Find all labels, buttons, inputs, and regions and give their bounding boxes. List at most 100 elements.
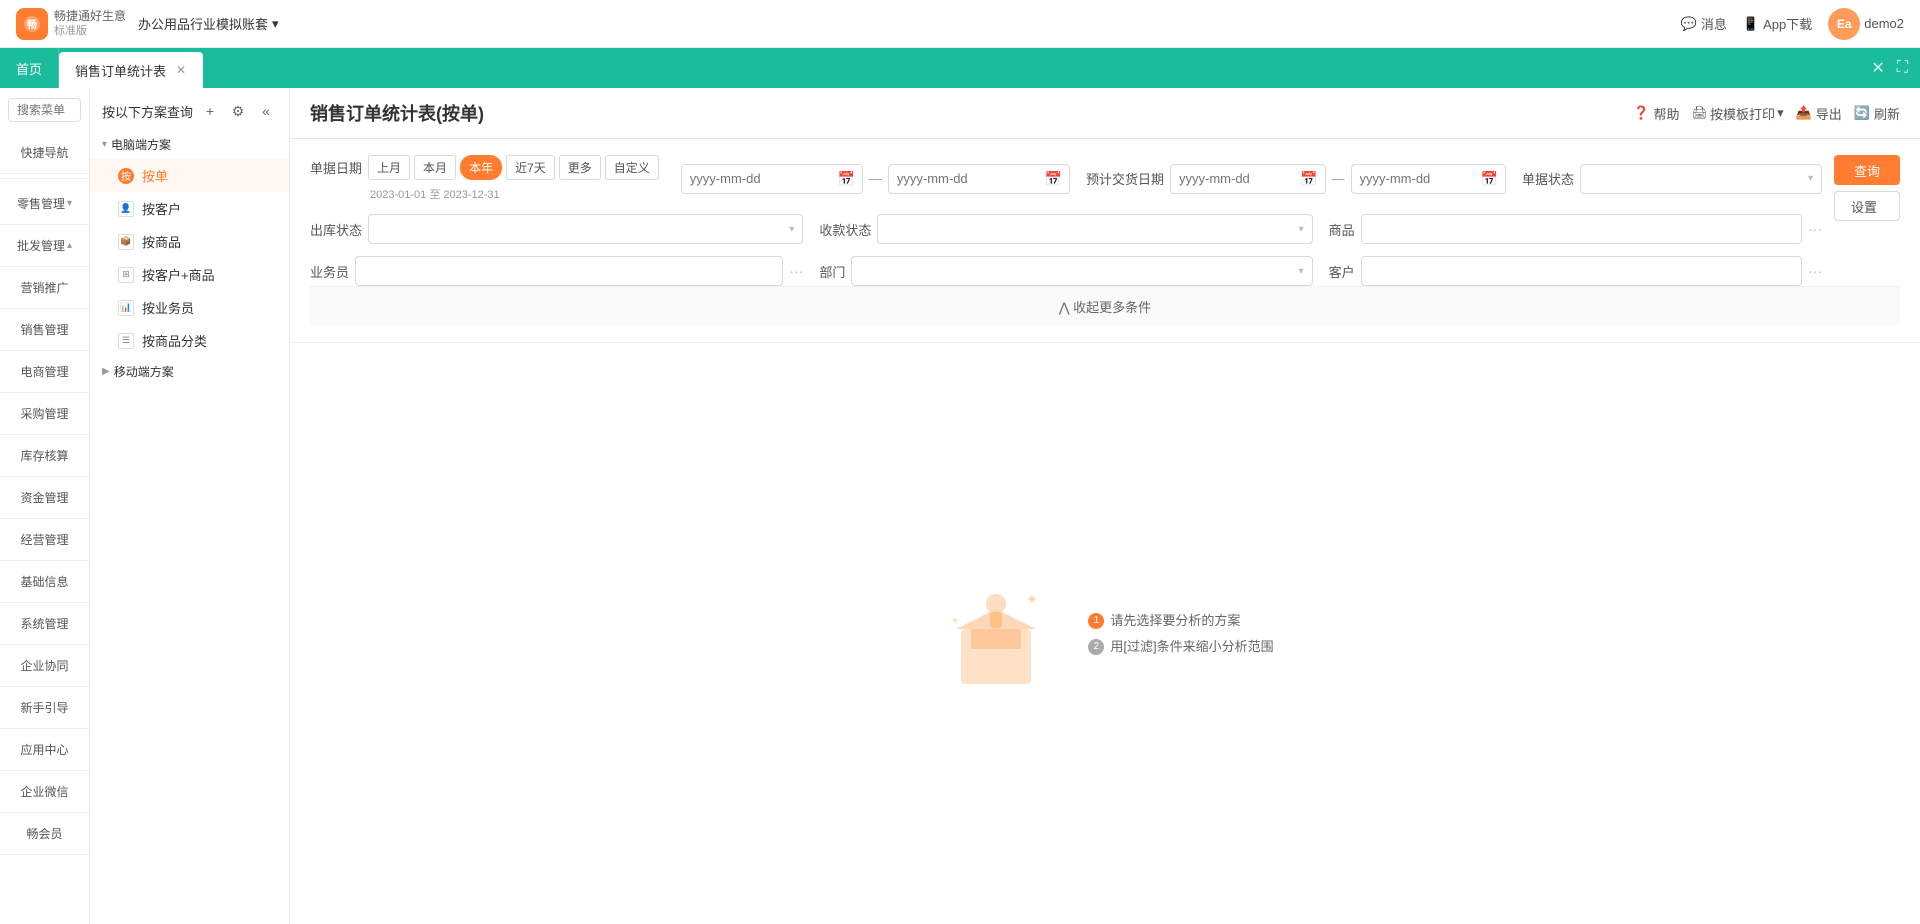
window-maximize-icon[interactable]: ⛶ (1897, 59, 1908, 77)
search-input[interactable] (8, 98, 81, 122)
date-end-field: 📅 (888, 164, 1070, 194)
sidebar-item-retail[interactable]: 零售管理 ▾ (0, 183, 89, 225)
sidebar-item-purchase[interactable]: 采购管理 (0, 393, 89, 435)
filter-customer-field: 客户 ··· (1329, 256, 1822, 286)
date-range-display: 2023-01-01 至 2023-12-31 (370, 186, 500, 202)
scheme-group-pc-title[interactable]: ▾ 电脑端方案 (90, 130, 289, 159)
calendar-expected-start-icon[interactable]: 📅 (1300, 170, 1317, 187)
help-button[interactable]: ❓ 帮助 (1633, 104, 1679, 123)
svg-text:✦: ✦ (951, 616, 959, 627)
salesperson-more-icon[interactable]: ··· (789, 263, 803, 279)
scheme-group-mobile-title[interactable]: ▶ 移动端方案 (90, 357, 289, 386)
sidebar-item-quick-nav[interactable]: 快捷导航 (0, 132, 89, 174)
filter-row-1: 单据日期 上月 本月 本年 近7天 更多 自定义 (310, 155, 1822, 202)
sidebar-item-appcenter[interactable]: 应用中心 (0, 729, 89, 771)
message-button[interactable]: 💬 消息 (1681, 14, 1727, 33)
export-button[interactable]: 📤 导出 (1796, 104, 1842, 123)
scheme-item-by-customer-product[interactable]: ⊞ 按客户+商品 (90, 258, 289, 291)
sidebar-item-sales[interactable]: 销售管理 (0, 309, 89, 351)
scheme-item-by-salesperson[interactable]: 📊 按业务员 (90, 291, 289, 324)
user-avatar: Ea (1828, 8, 1860, 40)
scheme-item-by-category[interactable]: ☰ 按商品分类 (90, 324, 289, 357)
filter-status-field: 单据状态 ▾ (1522, 164, 1822, 194)
date-quick-buttons: 上月 本月 本年 近7天 更多 自定义 (368, 155, 659, 180)
settings-button[interactable]: 设置 (1834, 191, 1900, 221)
calendar-start-icon[interactable]: 📅 (837, 170, 854, 187)
app-download-button[interactable]: 📱 App下载 (1743, 14, 1812, 33)
company-selector[interactable]: 办公用品行业模拟账套 ▾ (138, 14, 279, 33)
customer-input[interactable] (1361, 256, 1802, 286)
goods-more-icon[interactable]: ··· (1808, 221, 1822, 237)
sidebar-item-corpwechat[interactable]: 企业微信 (0, 771, 89, 813)
date-start-input[interactable] (681, 164, 863, 194)
sidebar-item-enterprise[interactable]: 企业协同 (0, 645, 89, 687)
page-title: 销售订单统计表(按单) (310, 100, 484, 126)
sidebar-search (0, 88, 89, 132)
sidebar-item-inventory[interactable]: 库存核算 (0, 435, 89, 477)
customer-more-icon[interactable]: ··· (1808, 263, 1822, 279)
tab-close-icon[interactable]: ✕ (176, 63, 186, 77)
empty-illustration: ✦ ✦ (936, 574, 1056, 694)
collapse-bar[interactable]: ⋀ 收起更多条件 (310, 286, 1900, 326)
top-bar-right: 💬 消息 📱 App下载 Ea demo2 (1681, 8, 1904, 40)
refresh-button[interactable]: 🔄 刷新 (1854, 104, 1900, 123)
filter-main-row: 单据日期 上月 本月 本年 近7天 更多 自定义 (310, 155, 1900, 286)
payment-select[interactable]: ▾ (877, 214, 1312, 244)
panel-collapse-button[interactable]: « (255, 100, 277, 122)
tab-home[interactable]: 首页 (0, 48, 59, 88)
date-btn-thisyear[interactable]: 本年 (460, 155, 502, 180)
tab-sales-order-stat[interactable]: 销售订单统计表 ✕ (59, 52, 203, 88)
date-btn-lastmonth[interactable]: 上月 (368, 155, 410, 180)
date-end-input[interactable] (888, 164, 1070, 194)
calendar-end-icon[interactable]: 📅 (1045, 170, 1062, 187)
salesperson-input[interactable] (355, 256, 783, 286)
sidebar-item-operations[interactable]: 经营管理 (0, 519, 89, 561)
sidebar-item-newuser[interactable]: 新手引导 (0, 687, 89, 729)
sidebar-item-system[interactable]: 系统管理 (0, 603, 89, 645)
top-bar-left: 畅 畅捷通好生意 标准版 办公用品行业模拟账套 ▾ (16, 8, 279, 40)
panel-toolbar: 按以下方案查询 + ⚙ « (90, 100, 289, 130)
status-chevron-icon: ▾ (1808, 173, 1813, 184)
user-menu[interactable]: Ea demo2 (1828, 8, 1904, 40)
main-layout: 快捷导航 零售管理 ▾ 批发管理 ▴ 营销推广 销售管理 电商管理 采购管理 库… (0, 88, 1920, 924)
filter-dept-field: 部门 ▾ (819, 256, 1312, 286)
sidebar-item-marketing[interactable]: 营销推广 (0, 267, 89, 309)
sidebar-item-ecommerce[interactable]: 电商管理 (0, 351, 89, 393)
date-btn-custom[interactable]: 自定义 (605, 155, 659, 180)
dept-select[interactable]: ▾ (851, 256, 1312, 286)
sidebar-item-finance[interactable]: 资金管理 (0, 477, 89, 519)
goods-input[interactable] (1361, 214, 1802, 244)
panel-add-button[interactable]: + (199, 100, 221, 122)
expected-date-start-field: 📅 (1170, 164, 1326, 194)
sidebar-item-member[interactable]: 畅会员 (0, 813, 89, 855)
date-start-field: 📅 (681, 164, 863, 194)
date-separator: — (869, 171, 882, 186)
content: 按以下方案查询 + ⚙ « ▾ 电脑端方案 按 按单 (90, 88, 1920, 924)
svg-text:畅: 畅 (27, 18, 37, 31)
window-minimize-icon[interactable]: ✕ (1871, 58, 1884, 78)
filter-row-2: 出库状态 ▾ 收款状态 ▾ (310, 214, 1822, 244)
scheme-group-mobile: ▶ 移动端方案 (90, 357, 289, 386)
date-btn-thismonth[interactable]: 本月 (414, 155, 456, 180)
logo-text: 畅捷通好生意 标准版 (54, 9, 126, 39)
search-button[interactable]: 查询 (1834, 155, 1900, 185)
scheme-item-by-order[interactable]: 按 按单 (90, 159, 289, 192)
panel-settings-button[interactable]: ⚙ (227, 100, 249, 122)
filter-goods-field: 商品 ··· (1329, 214, 1822, 244)
sidebar-item-basic[interactable]: 基础信息 (0, 561, 89, 603)
app-logo: 畅 (16, 8, 48, 40)
status-select[interactable]: ▾ (1580, 164, 1822, 194)
delivery-select[interactable]: ▾ (368, 214, 803, 244)
date-btn-more[interactable]: 更多 (559, 155, 601, 180)
scheme-item-by-product[interactable]: 📦 按商品 (90, 225, 289, 258)
print-button[interactable]: 🖨 按模板打印 ▾ (1692, 104, 1784, 123)
date-btn-7days[interactable]: 近7天 (506, 155, 555, 180)
sidebar-item-wholesale[interactable]: 批发管理 ▴ (0, 225, 89, 267)
scheme-item-by-customer[interactable]: 👤 按客户 (90, 192, 289, 225)
calendar-expected-end-icon[interactable]: 📅 (1481, 170, 1498, 187)
top-bar: 畅 畅捷通好生意 标准版 办公用品行业模拟账套 ▾ 💬 消息 📱 App下载 E… (0, 0, 1920, 48)
left-panel: 按以下方案查询 + ⚙ « ▾ 电脑端方案 按 按单 (90, 88, 290, 924)
logo-area: 畅 畅捷通好生意 标准版 (16, 8, 126, 40)
empty-tip-1: 1 请先选择要分析的方案 (1088, 608, 1273, 634)
filter-expected-date-field: 预计交货日期 📅 — 📅 (1086, 164, 1506, 194)
